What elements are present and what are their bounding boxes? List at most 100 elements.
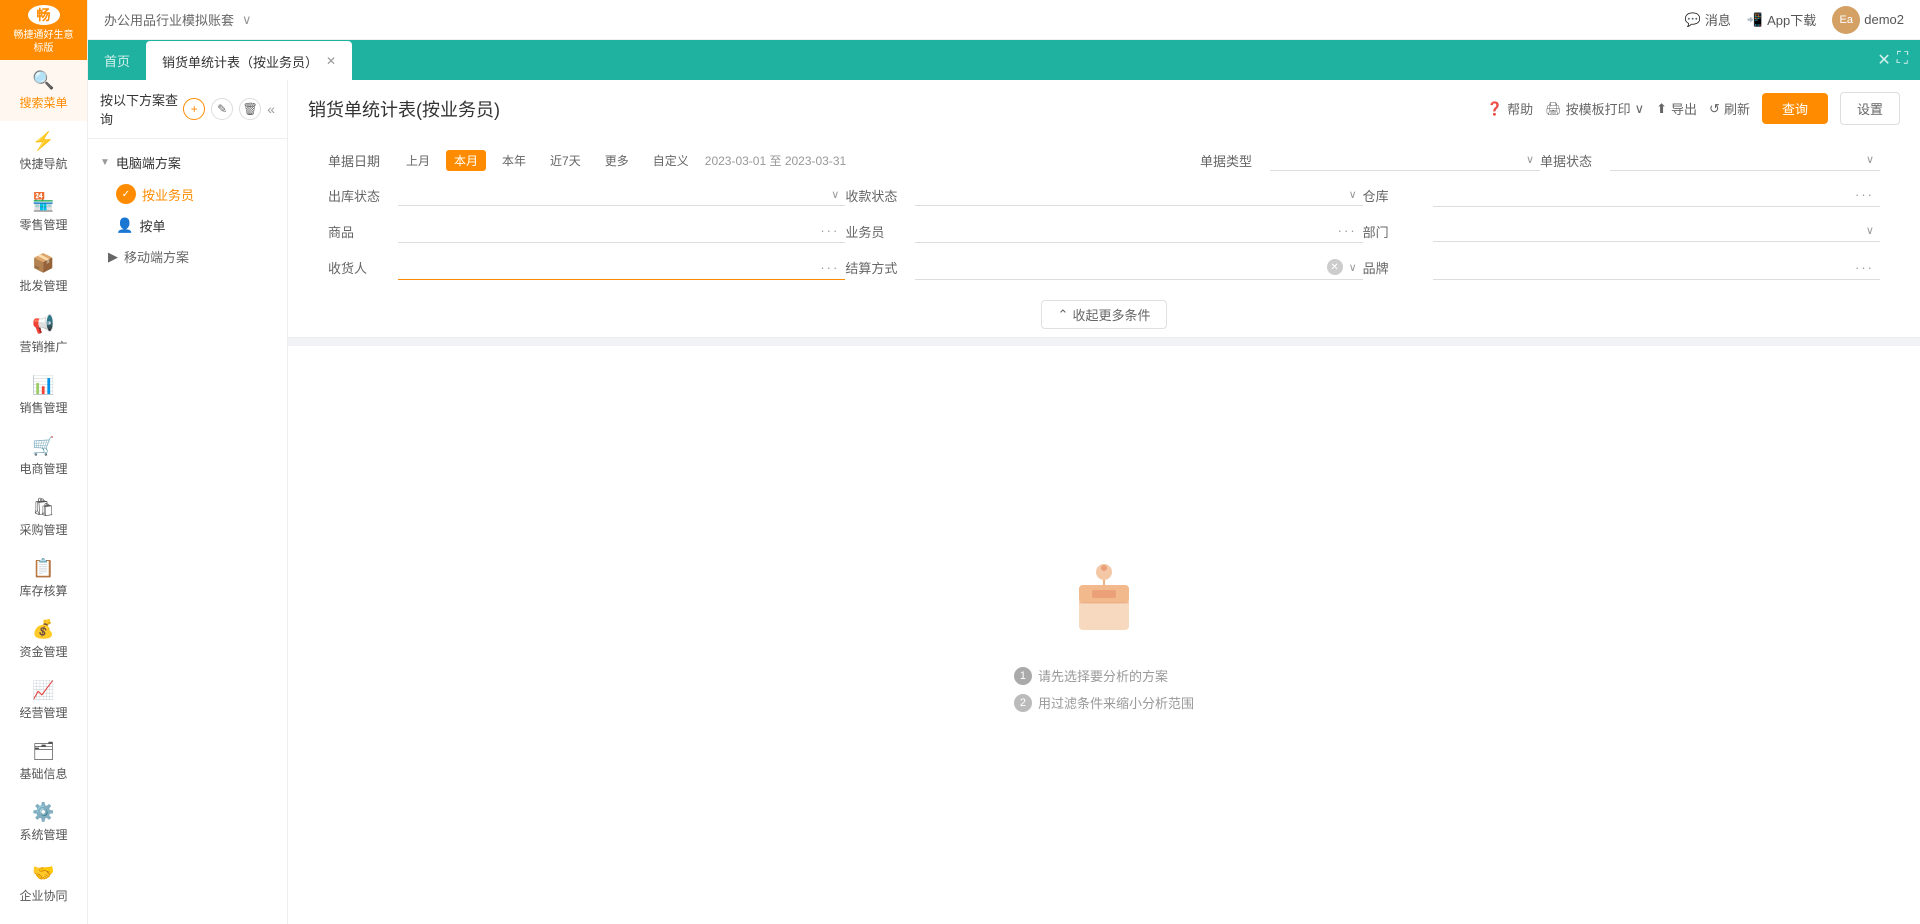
dept-control[interactable]: ∨ <box>1433 220 1880 242</box>
tree-desktop-parent[interactable]: ▼ 电脑端方案 <box>88 147 287 178</box>
retail-icon: 🏪 <box>32 192 54 213</box>
edit-icon: ✎ <box>217 102 227 116</box>
sidebar-item-inventory[interactable]: 📋 库存核算 <box>0 548 87 609</box>
delete-scheme-btn[interactable]: 🗑 <box>239 98 261 120</box>
sidebar-item-newbie[interactable]: 🌟 新手引导 <box>0 914 87 924</box>
filter-warehouse: 仓库 ··· <box>1363 183 1880 207</box>
add-scheme-btn[interactable]: + <box>183 98 205 120</box>
left-panel-actions: + ✎ 🗑 « <box>183 98 275 120</box>
tab-home[interactable]: 首页 <box>88 40 146 80</box>
tip-num-2: 2 <box>1014 694 1032 712</box>
collapse-row: ⌃ 收起更多条件 <box>308 292 1900 337</box>
goods-more-icon: ··· <box>820 223 839 238</box>
help-btn[interactable]: ❓ 帮助 <box>1487 99 1533 118</box>
sales-icon: 📊 <box>32 375 54 396</box>
payment-control[interactable]: ∨ <box>915 184 1362 206</box>
doc-type-control[interactable]: ∨ <box>1270 149 1540 171</box>
date-tab-this-month[interactable]: 本月 <box>446 150 486 171</box>
empty-tip-2-text: 用过滤条件来缩小分析范围 <box>1038 693 1194 712</box>
sidebar-item-system[interactable]: ⚙️ 系统管理 <box>0 792 87 853</box>
app-download-btn[interactable]: 📲 App下载 <box>1747 10 1816 29</box>
export-btn[interactable]: ⬆ 导出 <box>1656 99 1697 118</box>
tabbar: 首页 销货单统计表（按业务员） ✕ ✕ ⛶ <box>88 40 1920 80</box>
filter-row-2: 出库状态 ∨ 收款状态 ∨ <box>328 183 1880 207</box>
sidebar-item-wholesale[interactable]: 📦 批发管理 <box>0 243 87 304</box>
sidebar-item-search[interactable]: 🔍 搜索菜单 <box>0 60 87 121</box>
date-tab-more[interactable]: 更多 <box>597 150 637 171</box>
sidebar-item-purchase[interactable]: 🛍 采购管理 <box>0 487 87 548</box>
tree-mobile-parent[interactable]: ▶ 移动端方案 <box>88 241 287 272</box>
edit-scheme-btn[interactable]: ✎ <box>211 98 233 120</box>
settlement-clear-icon[interactable]: ✕ <box>1327 259 1343 275</box>
person-icon: 👤 <box>116 217 133 234</box>
tree-by-order[interactable]: 👤 按单 <box>88 210 287 241</box>
page-header: 销货单统计表(按业务员) ❓ 帮助 🖨 按模板打印 ∨ ⬆ <box>288 80 1920 338</box>
filter-settlement: 结算方式 ✕ ∨ <box>845 255 1362 280</box>
tree-by-order-label: 按单 <box>139 216 165 235</box>
tree-section: ▼ 电脑端方案 ✓ 按业务员 👤 按单 ▶ 移动端方案 <box>88 139 287 280</box>
sidebar-item-operation[interactable]: 📈 经营管理 <box>0 670 87 731</box>
user-profile-btn[interactable]: Ea demo2 <box>1832 6 1904 34</box>
date-tab-custom[interactable]: 自定义 <box>645 150 697 171</box>
collapse-filters-btn[interactable]: ⌃ 收起更多条件 <box>1041 300 1168 329</box>
goods-control[interactable]: ··· <box>398 219 845 243</box>
sidebar-item-base[interactable]: 🗂 基础信息 <box>0 731 87 792</box>
inventory-icon: 📋 <box>32 558 54 579</box>
filter-row-3: 商品 ··· 业务员 ··· <box>328 219 1880 243</box>
sidebar-item-marketing[interactable]: 📢 营销推广 <box>0 304 87 365</box>
content-area: 按以下方案查询 + ✎ 🗑 « ▼ 电脑端方案 <box>88 80 1920 924</box>
brand-control[interactable]: ··· <box>1433 256 1880 280</box>
template-print-btn[interactable]: 🖨 按模板打印 ∨ <box>1545 99 1644 118</box>
tab-close-window-icon[interactable]: ✕ <box>1877 50 1890 70</box>
date-filter-control: 上月 本月 本年 近7天 更多 自定义 2023-03-01 至 2023-03… <box>398 150 1200 171</box>
doc-type-label: 单据类型 <box>1200 151 1270 170</box>
filter-doc-type: 单据类型 ∨ <box>1200 149 1540 171</box>
tip-num-1: 1 <box>1014 667 1032 685</box>
collapse-label: 收起更多条件 <box>1072 305 1150 324</box>
sidebar-item-finance[interactable]: 💰 资金管理 <box>0 609 87 670</box>
logo-text: 畅捷通好生意 <box>14 29 74 42</box>
operation-icon: 📈 <box>32 680 54 701</box>
sidebar-item-shortcut[interactable]: ⚡ 快捷导航 <box>0 121 87 182</box>
date-tab-last7days[interactable]: 近7天 <box>542 150 589 171</box>
sidebar-item-retail[interactable]: 🏪 零售管理 <box>0 182 87 243</box>
tab-close-icon[interactable]: ✕ <box>326 54 336 68</box>
salesperson-control[interactable]: ··· <box>915 219 1362 243</box>
filter-salesperson: 业务员 ··· <box>845 219 1362 243</box>
sidebar-item-ecommerce-label: 电商管理 <box>19 460 67 477</box>
sidebar-item-enterprise-label: 企业协同 <box>19 887 67 904</box>
date-tab-this-year[interactable]: 本年 <box>494 150 534 171</box>
doc-status-chevron-icon: ∨ <box>1866 153 1874 166</box>
template-print-label: 按模板打印 <box>1566 99 1631 118</box>
stock-out-chevron-icon: ∨ <box>831 188 839 201</box>
sidebar-item-sales[interactable]: 📊 销售管理 <box>0 365 87 426</box>
salesperson-label: 业务员 <box>845 222 915 241</box>
doc-status-control[interactable]: ∨ <box>1610 149 1880 171</box>
warehouse-control[interactable]: ··· <box>1433 183 1880 207</box>
date-tab-last-month[interactable]: 上月 <box>398 150 438 171</box>
ecommerce-icon: 🛒 <box>32 436 54 457</box>
sidebar-item-shortcut-label: 快捷导航 <box>19 155 67 172</box>
empty-tip-2: 2 用过滤条件来缩小分析范围 <box>1014 693 1194 712</box>
tab-expand-icon[interactable]: ⛶ <box>1897 50 1908 70</box>
sidebar-item-enterprise[interactable]: 🤝 企业协同 <box>0 853 87 914</box>
receiver-control[interactable]: ··· <box>398 256 845 280</box>
settlement-control[interactable]: ✕ ∨ <box>915 255 1362 280</box>
refresh-btn[interactable]: ↺ 刷新 <box>1709 99 1750 118</box>
empty-content: 1 请先选择要分析的方案 2 用过滤条件来缩小分析范围 <box>1014 550 1194 720</box>
setting-button[interactable]: 设置 <box>1840 92 1900 125</box>
stock-out-control[interactable]: ∨ <box>398 184 845 206</box>
salesperson-more-icon: ··· <box>1338 223 1357 238</box>
message-btn[interactable]: 💬 消息 <box>1685 10 1731 29</box>
logo-subtitle: 标版 <box>34 42 54 55</box>
sidebar-item-ecommerce[interactable]: 🛒 电商管理 <box>0 426 87 487</box>
enterprise-icon: 🤝 <box>32 863 54 884</box>
left-panel-collapse-btn[interactable]: « <box>267 101 275 117</box>
query-button[interactable]: 查询 <box>1762 93 1828 124</box>
tab-sales-stat[interactable]: 销货单统计表（按业务员） ✕ <box>146 41 352 81</box>
tree-by-salesperson[interactable]: ✓ 按业务员 <box>88 178 287 210</box>
active-dot-icon: ✓ <box>116 184 136 204</box>
warehouse-more-icon: ··· <box>1855 187 1874 202</box>
app-download-label: App下载 <box>1767 10 1816 29</box>
topbar: 办公用品行业模拟账套 ∨ 💬 消息 📲 App下载 Ea demo2 <box>88 0 1920 40</box>
